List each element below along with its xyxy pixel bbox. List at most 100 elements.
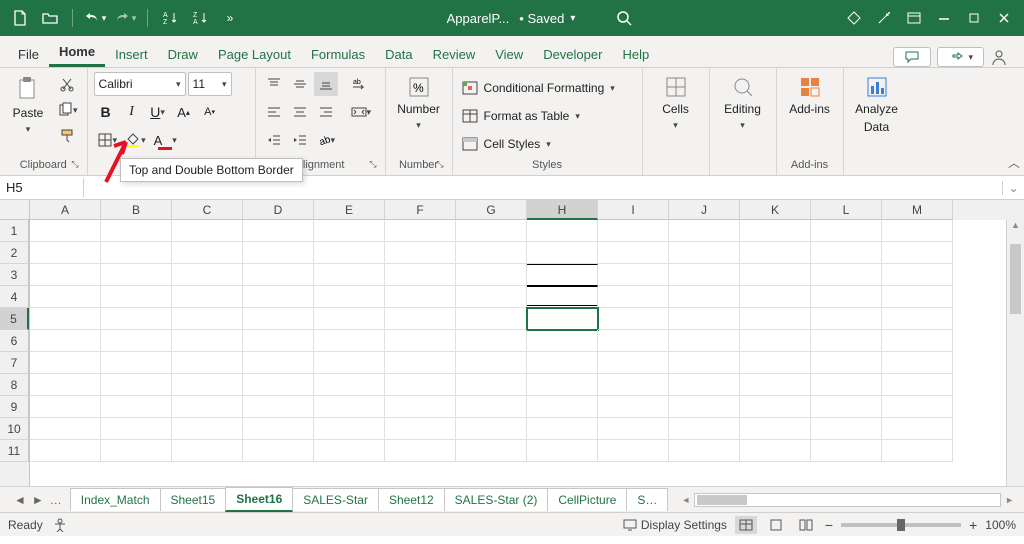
- tab-data[interactable]: Data: [375, 41, 422, 67]
- col-L[interactable]: L: [811, 200, 882, 220]
- tab-review[interactable]: Review: [423, 41, 486, 67]
- select-all-corner[interactable]: [0, 200, 30, 220]
- col-C[interactable]: C: [172, 200, 243, 220]
- row-3[interactable]: 3: [0, 264, 29, 286]
- row-10[interactable]: 10: [0, 418, 29, 440]
- orientation-icon[interactable]: ab▾: [314, 128, 339, 152]
- addins-button[interactable]: Add-ins: [783, 72, 837, 120]
- close-icon[interactable]: [990, 4, 1018, 32]
- expand-formula-bar-icon[interactable]: ⌄: [1002, 181, 1024, 195]
- sheet-tab-active[interactable]: Sheet16: [225, 487, 293, 512]
- row-2[interactable]: 2: [0, 242, 29, 264]
- vertical-scrollbar[interactable]: ▲: [1006, 220, 1024, 486]
- merge-center-button[interactable]: ▾: [348, 100, 375, 124]
- col-J[interactable]: J: [669, 200, 740, 220]
- paste-button[interactable]: Paste ▾: [6, 72, 50, 139]
- col-F[interactable]: F: [385, 200, 456, 220]
- col-K[interactable]: K: [740, 200, 811, 220]
- cut-icon[interactable]: [54, 72, 81, 96]
- wand-icon[interactable]: [870, 4, 898, 32]
- format-painter-icon[interactable]: [54, 124, 81, 148]
- analyze-data-button[interactable]: AnalyzeData: [850, 72, 904, 138]
- align-center-icon[interactable]: [288, 100, 312, 124]
- font-size-combo[interactable]: 11▾: [188, 72, 232, 96]
- page-layout-view-icon[interactable]: [765, 516, 787, 534]
- col-A[interactable]: A: [30, 200, 101, 220]
- saved-label[interactable]: • Saved: [519, 11, 564, 26]
- col-H[interactable]: H: [527, 200, 598, 220]
- sort-asc-icon[interactable]: AZ: [156, 4, 184, 32]
- col-M[interactable]: M: [882, 200, 953, 220]
- sheet-tab[interactable]: SALES-Star (2): [444, 488, 549, 511]
- row-8[interactable]: 8: [0, 374, 29, 396]
- open-file-icon[interactable]: [36, 4, 64, 32]
- minimize-icon[interactable]: [930, 4, 958, 32]
- normal-view-icon[interactable]: [735, 516, 757, 534]
- tab-page-layout[interactable]: Page Layout: [208, 41, 301, 67]
- undo-icon[interactable]: ▾: [81, 4, 109, 32]
- tab-file[interactable]: File: [8, 41, 49, 67]
- sheet-tab[interactable]: Index_Match: [70, 488, 161, 511]
- collapse-ribbon-icon[interactable]: ︿: [1008, 154, 1020, 171]
- zoom-slider[interactable]: [841, 523, 961, 527]
- col-G[interactable]: G: [456, 200, 527, 220]
- maximize-icon[interactable]: [960, 4, 988, 32]
- name-box[interactable]: H5: [0, 178, 84, 197]
- grow-font-icon[interactable]: A▴: [172, 100, 196, 124]
- search-icon[interactable]: [611, 5, 637, 31]
- tab-formulas[interactable]: Formulas: [301, 41, 375, 67]
- format-as-table-button[interactable]: Format as Table▾: [459, 104, 636, 128]
- row-1[interactable]: 1: [0, 220, 29, 242]
- col-B[interactable]: B: [101, 200, 172, 220]
- font-name-combo[interactable]: Calibri▾: [94, 72, 186, 96]
- diamond-icon[interactable]: [840, 4, 868, 32]
- tab-draw[interactable]: Draw: [158, 41, 208, 67]
- col-D[interactable]: D: [243, 200, 314, 220]
- tab-help[interactable]: Help: [612, 41, 659, 67]
- shrink-font-icon[interactable]: A▾: [198, 100, 222, 124]
- sheet-nav-next[interactable]: ►: [32, 493, 44, 507]
- editing-button[interactable]: Editing▾: [716, 72, 770, 135]
- row-5[interactable]: 5: [0, 308, 29, 330]
- share-button[interactable]: ▾: [937, 47, 984, 67]
- align-right-icon[interactable]: [314, 100, 338, 124]
- row-6[interactable]: 6: [0, 330, 29, 352]
- number-format-button[interactable]: % Number▾: [392, 72, 446, 135]
- cell-styles-button[interactable]: Cell Styles▾: [459, 132, 636, 156]
- italic-button[interactable]: I: [120, 100, 144, 124]
- zoom-level[interactable]: 100%: [985, 518, 1016, 532]
- sheet-tab[interactable]: CellPicture: [547, 488, 627, 511]
- row-9[interactable]: 9: [0, 396, 29, 418]
- accessibility-icon[interactable]: [53, 518, 67, 532]
- zoom-out-icon[interactable]: −: [825, 517, 833, 533]
- new-file-icon[interactable]: [6, 4, 34, 32]
- sheet-tab[interactable]: Sheet15: [160, 488, 227, 511]
- horizontal-scrollbar[interactable]: ◄►: [677, 493, 1018, 507]
- sheet-tab[interactable]: S…: [626, 488, 668, 511]
- decrease-indent-icon[interactable]: [262, 128, 286, 152]
- display-settings[interactable]: Display Settings: [623, 518, 727, 532]
- zoom-in-icon[interactable]: +: [969, 517, 977, 533]
- sheet-nav-more[interactable]: …: [50, 493, 62, 507]
- row-11[interactable]: 11: [0, 440, 29, 462]
- qat-more-icon[interactable]: »: [216, 4, 244, 32]
- increase-indent-icon[interactable]: [288, 128, 312, 152]
- sheet-tab[interactable]: SALES-Star: [292, 488, 379, 511]
- align-left-icon[interactable]: [262, 100, 286, 124]
- page-break-view-icon[interactable]: [795, 516, 817, 534]
- redo-icon[interactable]: ▾: [111, 4, 139, 32]
- tab-developer[interactable]: Developer: [533, 41, 612, 67]
- col-E[interactable]: E: [314, 200, 385, 220]
- wrap-text-button[interactable]: ab: [348, 72, 372, 96]
- row-4[interactable]: 4: [0, 286, 29, 308]
- align-top-icon[interactable]: [262, 72, 286, 96]
- align-bottom-icon[interactable]: [314, 72, 338, 96]
- cells-button[interactable]: Cells▾: [649, 72, 703, 135]
- ribbon-mode-icon[interactable]: [900, 4, 928, 32]
- cells-area[interactable]: [30, 220, 1024, 486]
- bold-button[interactable]: B: [94, 100, 118, 124]
- tab-insert[interactable]: Insert: [105, 41, 158, 67]
- account-icon[interactable]: [990, 48, 1016, 66]
- align-middle-icon[interactable]: [288, 72, 312, 96]
- tab-home[interactable]: Home: [49, 38, 105, 67]
